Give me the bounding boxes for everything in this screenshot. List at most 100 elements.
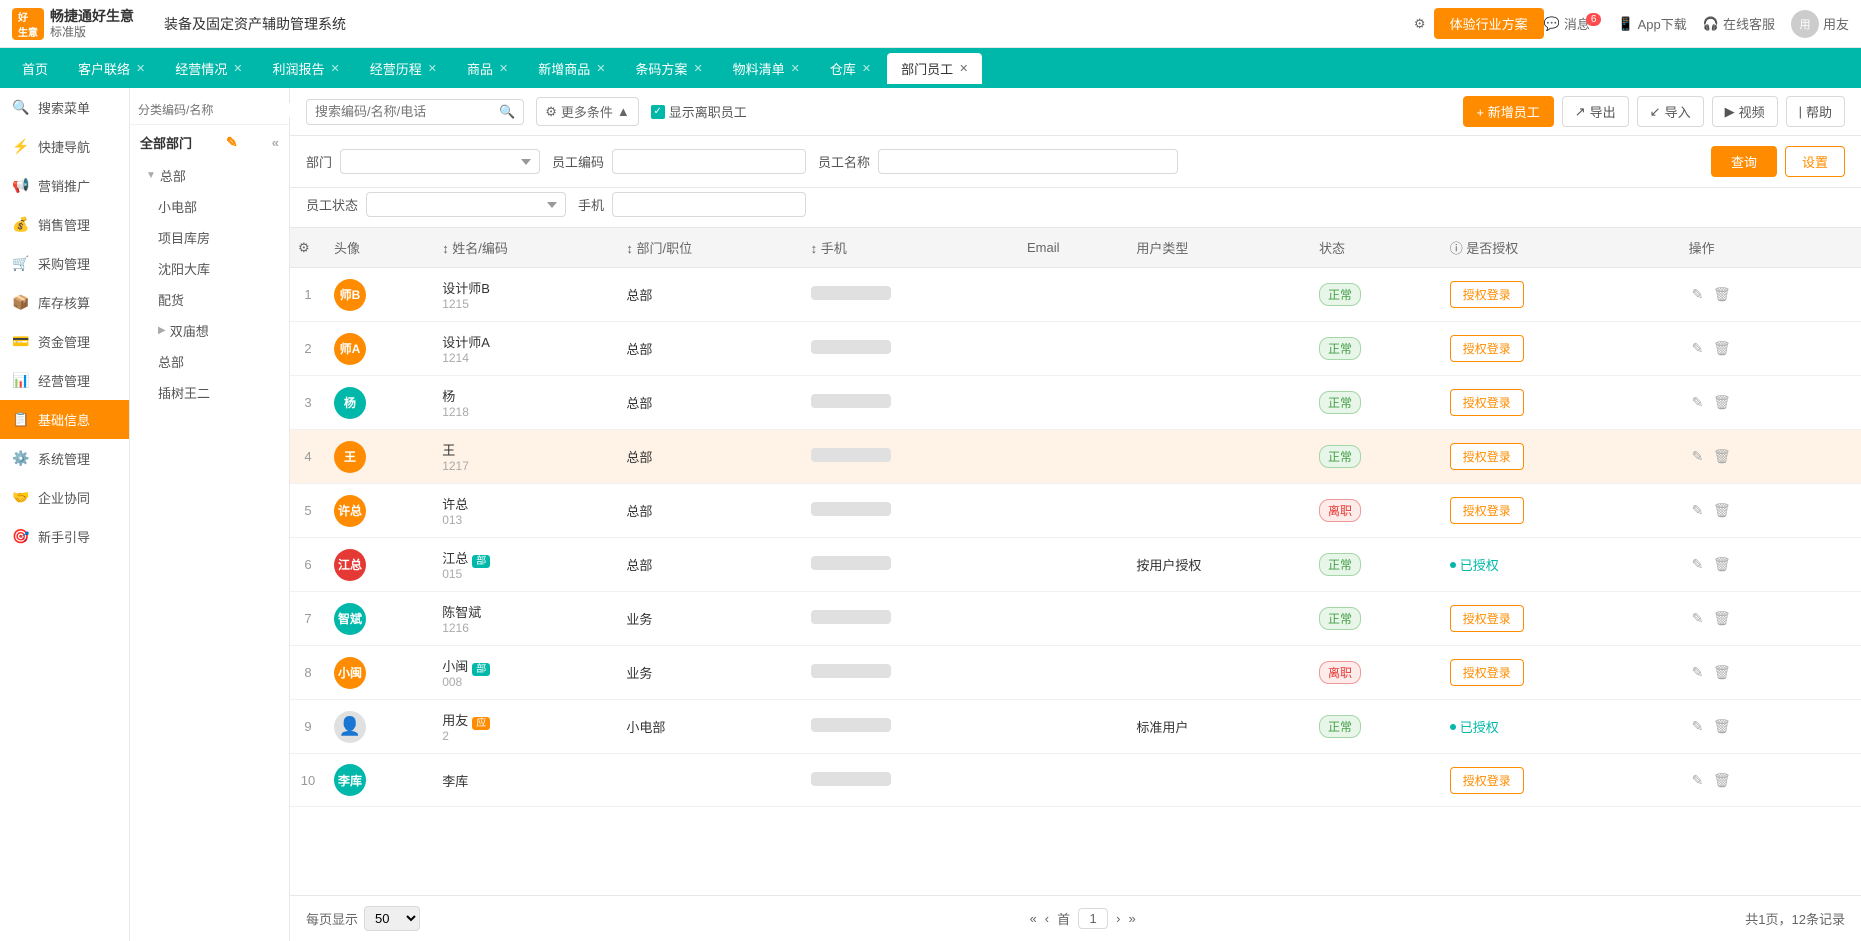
nav-tab-barcode-close[interactable]: ✕ [693,62,702,75]
nav-tab-warehouse[interactable]: 仓库 ✕ [816,53,885,84]
last-page-btn[interactable]: » [1129,911,1136,926]
delete-icon[interactable]: 🗑 [1713,556,1731,572]
sidebar-item-collab[interactable]: 🤝 企业协同 [0,478,129,517]
col-dept[interactable]: ↕ 部门/职位 [618,228,802,268]
import-btn[interactable]: ↙ 导入 [1637,96,1704,127]
help-btn[interactable]: | 帮助 [1786,96,1845,127]
dept-item-distribution[interactable]: 配货 [130,284,289,315]
next-page-btn[interactable]: › [1116,911,1120,926]
edit-icon[interactable]: ✎ [1692,772,1704,788]
more-filters-btn[interactable]: ⚙ 更多条件 ▲ [536,97,639,126]
sidebar-item-search[interactable]: 🔍 搜索菜单 [0,88,129,127]
filter-dept-select[interactable] [340,149,540,174]
edit-icon[interactable]: ✎ [1692,502,1704,518]
sidebar-item-nav[interactable]: ⚡ 快捷导航 [0,127,129,166]
auth-btn[interactable]: 授权登录 [1450,443,1524,470]
delete-icon[interactable]: 🗑 [1713,772,1731,788]
edit-icon[interactable]: ✎ [1692,610,1704,626]
delete-icon[interactable]: 🗑 [1713,448,1731,464]
nav-tab-history-close[interactable]: ✕ [428,62,437,75]
dept-item-xiaodianbù[interactable]: 小电部 [130,191,289,222]
nav-tab-new-goods-close[interactable]: ✕ [596,62,605,75]
dept-item-shuangmiao[interactable]: ▶ 双庙想 [130,315,289,346]
service-btn[interactable]: 🎧 在线客服 [1703,14,1775,33]
sidebar-item-guide[interactable]: 🎯 新手引导 [0,517,129,556]
nav-tab-employee-close[interactable]: ✕ [959,62,968,75]
msg-btn[interactable]: 💬 消息 6 [1544,14,1602,33]
col-phone[interactable]: ↕ 手机 [803,228,1019,268]
col-settings[interactable]: ⚙ [290,228,326,268]
edit-icon[interactable]: ✎ [1692,718,1704,734]
nav-tab-bom-close[interactable]: ✕ [791,62,800,75]
nav-tab-customer[interactable]: 客户联络 ✕ [64,53,159,84]
nav-tab-barcode[interactable]: 条码方案 ✕ [621,53,716,84]
per-page-select[interactable]: 50 100 200 [364,906,420,931]
delete-icon[interactable]: 🗑 [1713,718,1731,734]
delete-icon[interactable]: 🗑 [1713,340,1731,356]
gear-btn[interactable]: ⚙ [1406,10,1434,38]
sidebar-item-inventory[interactable]: 📦 库存核算 [0,283,129,322]
nav-tab-profit-close[interactable]: ✕ [331,62,340,75]
nav-tab-business[interactable]: 经营情况 ✕ [161,53,256,84]
sidebar-item-operation[interactable]: 📊 经营管理 [0,361,129,400]
auth-btn[interactable]: 授权登录 [1450,767,1524,794]
col-name[interactable]: ↕ 姓名/编码 [434,228,618,268]
auth-btn[interactable]: 授权登录 [1450,389,1524,416]
show-resigned-toggle[interactable]: ✓ 显示离职员工 [651,102,747,121]
nav-tab-business-close[interactable]: ✕ [233,62,242,75]
view-btn[interactable]: ▶ 视频 [1712,96,1778,127]
current-page[interactable]: 1 [1078,908,1108,929]
filter-phone-input[interactable] [612,192,806,217]
delete-icon[interactable]: 🗑 [1713,394,1731,410]
query-btn[interactable]: 查询 [1711,146,1777,177]
collapse-dept-icon[interactable]: « [272,135,279,150]
nav-tab-bom[interactable]: 物料清单 ✕ [719,53,814,84]
filter-empname-input[interactable] [878,149,1178,174]
reset-btn[interactable]: 设置 [1785,146,1845,177]
auth-btn[interactable]: 授权登录 [1450,335,1524,362]
delete-icon[interactable]: 🗑 [1713,502,1731,518]
all-depts-label[interactable]: 全部部门 [140,133,192,152]
add-employee-btn[interactable]: + 新增员工 [1463,96,1554,127]
delete-icon[interactable]: 🗑 [1713,664,1731,680]
sidebar-item-purchase[interactable]: 🛒 采购管理 [0,244,129,283]
nav-tab-history[interactable]: 经营历程 ✕ [356,53,451,84]
dept-search-input[interactable] [138,103,293,117]
auth-btn[interactable]: 授权登录 [1450,497,1524,524]
export-btn[interactable]: ↗ 导出 [1562,96,1629,127]
nav-tab-employee[interactable]: 部门员工 ✕ [887,53,982,84]
dept-item-project[interactable]: 项目库房 [130,222,289,253]
sidebar-item-sales[interactable]: 💰 销售管理 [0,205,129,244]
sidebar-item-marketing[interactable]: 📢 营销推广 [0,166,129,205]
dept-item-hq2[interactable]: 总部 [130,346,289,377]
user-area[interactable]: 用 用友 [1791,10,1849,38]
app-btn[interactable]: 📱 App下载 [1617,14,1686,33]
nav-tab-home[interactable]: 首页 [8,53,62,84]
sidebar-item-finance[interactable]: 💳 资金管理 [0,322,129,361]
edit-dept-icon[interactable]: ✎ [226,134,238,151]
trial-btn[interactable]: 体验行业方案 [1434,8,1544,39]
delete-icon[interactable]: 🗑 [1713,286,1731,302]
edit-icon[interactable]: ✎ [1692,286,1704,302]
nav-tab-profit[interactable]: 利润报告 ✕ [258,53,353,84]
dept-item-shenyang[interactable]: 沈阳大库 [130,253,289,284]
auth-btn[interactable]: 授权登录 [1450,281,1524,308]
edit-icon[interactable]: ✎ [1692,340,1704,356]
dept-item-chawang[interactable]: 插树王二 [130,377,289,408]
sidebar-item-basic[interactable]: 📋 基础信息 [0,400,129,439]
nav-tab-new-goods[interactable]: 新增商品 ✕ [524,53,619,84]
auth-btn[interactable]: 授权登录 [1450,659,1524,686]
nav-tab-goods[interactable]: 商品 ✕ [453,53,522,84]
auth-btn[interactable]: 授权登录 [1450,605,1524,632]
prev-page-btn[interactable]: ‹ [1045,911,1049,926]
edit-icon[interactable]: ✎ [1692,394,1704,410]
sidebar-item-system[interactable]: ⚙️ 系统管理 [0,439,129,478]
search-input[interactable] [315,104,495,119]
dept-item-headquarter[interactable]: ▼ 总部 [130,160,289,191]
nav-tab-goods-close[interactable]: ✕ [499,62,508,75]
edit-icon[interactable]: ✎ [1692,448,1704,464]
nav-tab-customer-close[interactable]: ✕ [136,62,145,75]
edit-icon[interactable]: ✎ [1692,556,1704,572]
edit-icon[interactable]: ✎ [1692,664,1704,680]
filter-empcode-input[interactable] [612,149,806,174]
